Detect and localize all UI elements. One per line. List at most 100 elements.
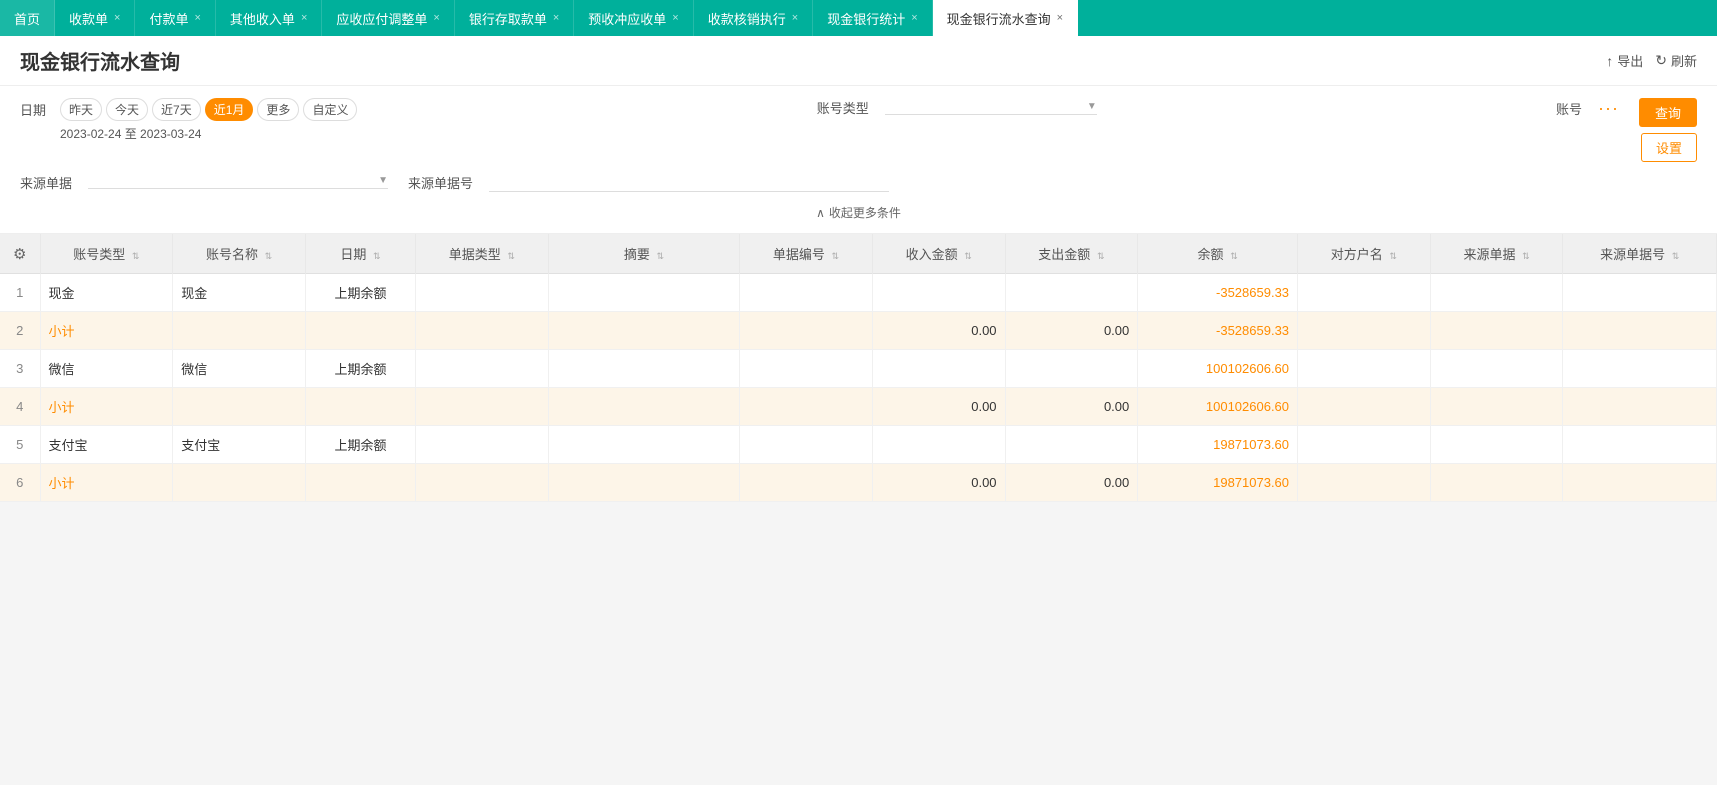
cell-date: 上期余额	[305, 350, 415, 388]
date-btn-custom[interactable]: 自定义	[303, 98, 357, 121]
export-label: 导出	[1617, 51, 1643, 70]
cell-doc-no	[740, 312, 873, 350]
col-date[interactable]: 日期 ⇅	[305, 234, 415, 274]
cell-counterpart	[1298, 312, 1431, 350]
col-expense[interactable]: 支出金额 ⇅	[1005, 234, 1138, 274]
cell-counterpart	[1298, 464, 1431, 502]
cell-counterpart	[1298, 388, 1431, 426]
nav-item-bank-deposit[interactable]: 银行存取款单 ×	[455, 0, 574, 36]
nav-item-flow[interactable]: 现金银行流水查询 ×	[933, 0, 1078, 36]
cell-income	[872, 350, 1005, 388]
close-icon[interactable]: ×	[433, 12, 439, 24]
date-btn-7days[interactable]: 近7天	[152, 98, 201, 121]
table-row: 6小计0.000.0019871073.60	[0, 464, 1717, 502]
nav-item-verify[interactable]: 收款核销执行 ×	[694, 0, 813, 36]
col-summary[interactable]: 摘要 ⇅	[548, 234, 739, 274]
header-actions: ↑ 导出 ↻ 刷新	[1606, 51, 1697, 70]
nav-item-receipt[interactable]: 收款单 ×	[55, 0, 135, 36]
cell-account-name: 微信	[173, 350, 306, 388]
nav-label-adjustment: 应收应付调整单	[336, 9, 427, 28]
cell-source-doc-no	[1563, 274, 1717, 312]
account-type-select[interactable]: ▼	[885, 101, 1097, 115]
date-btn-more[interactable]: 更多	[257, 98, 299, 121]
date-btn-today[interactable]: 今天	[106, 98, 148, 121]
cell-summary	[548, 464, 739, 502]
col-gear[interactable]: ⚙	[0, 234, 40, 274]
query-button[interactable]: 查询	[1639, 98, 1697, 127]
gear-icon[interactable]: ⚙	[13, 246, 26, 263]
account-no-dots-button[interactable]: ···	[1598, 98, 1619, 119]
cell-doc-no	[740, 274, 873, 312]
nav-label-verify: 收款核销执行	[708, 9, 786, 28]
date-btn-1month[interactable]: 近1月	[205, 98, 254, 121]
sort-arrows-doc-type: ⇅	[507, 251, 515, 261]
settings-button[interactable]: 设置	[1641, 133, 1697, 162]
col-source-doc-no-label: 来源单据号	[1600, 247, 1665, 262]
close-icon[interactable]: ×	[1057, 12, 1063, 24]
cell-expense	[1005, 274, 1138, 312]
col-account-name[interactable]: 账号名称 ⇅	[173, 234, 306, 274]
nav-item-prepay[interactable]: 预收冲应收单 ×	[574, 0, 693, 36]
source-doc-dropdown-arrow: ▼	[378, 175, 388, 186]
cell-account-type: 小计	[40, 388, 173, 426]
table-row: 5支付宝支付宝上期余额19871073.60	[0, 426, 1717, 464]
nav-label-stats: 现金银行统计	[827, 9, 905, 28]
source-doc-no-input[interactable]	[489, 172, 889, 192]
cell-balance: 19871073.60	[1138, 464, 1298, 502]
sort-arrows-account-type: ⇅	[132, 251, 140, 261]
col-balance[interactable]: 余额 ⇅	[1138, 234, 1298, 274]
table-row: 1现金现金上期余额-3528659.33	[0, 274, 1717, 312]
sort-arrows-balance: ⇅	[1230, 251, 1238, 261]
date-btn-yesterday[interactable]: 昨天	[60, 98, 102, 121]
row-num: 1	[0, 274, 40, 312]
source-doc-select[interactable]: ▼	[88, 175, 388, 189]
cell-source-doc-no	[1563, 388, 1717, 426]
nav-item-payment[interactable]: 付款单 ×	[135, 0, 215, 36]
col-doc-no[interactable]: 单据编号 ⇅	[740, 234, 873, 274]
col-expense-label: 支出金额	[1038, 247, 1090, 262]
cell-balance: 100102606.60	[1138, 388, 1298, 426]
nav-label-home: 首页	[14, 9, 40, 28]
nav-label-payment: 付款单	[149, 9, 188, 28]
col-source-doc[interactable]: 来源单据 ⇅	[1430, 234, 1563, 274]
close-icon[interactable]: ×	[911, 12, 917, 24]
collapse-icon: ∧	[816, 206, 825, 220]
sort-arrows-expense: ⇅	[1097, 251, 1105, 261]
refresh-button[interactable]: ↻ 刷新	[1655, 51, 1697, 70]
cell-doc-type	[416, 350, 549, 388]
col-account-type[interactable]: 账号类型 ⇅	[40, 234, 173, 274]
cell-account-name	[173, 464, 306, 502]
nav-item-stats[interactable]: 现金银行统计 ×	[813, 0, 932, 36]
account-type-label: 账号类型	[817, 98, 869, 117]
close-icon[interactable]: ×	[553, 12, 559, 24]
col-doc-no-label: 单据编号	[773, 247, 825, 262]
cell-income	[872, 274, 1005, 312]
date-range: 2023-02-24 至 2023-03-24	[60, 127, 201, 141]
close-icon[interactable]: ×	[301, 12, 307, 24]
collapse-bar[interactable]: ∧ 收起更多条件	[20, 198, 1697, 225]
cell-date: 上期余额	[305, 426, 415, 464]
cell-account-name	[173, 388, 306, 426]
col-source-doc-no[interactable]: 来源单据号 ⇅	[1563, 234, 1717, 274]
account-no-label: 账号	[1556, 99, 1582, 118]
close-icon[interactable]: ×	[672, 12, 678, 24]
close-icon[interactable]: ×	[194, 12, 200, 24]
source-doc-no-label: 来源单据号	[408, 173, 473, 192]
cell-income: 0.00	[872, 388, 1005, 426]
cell-account-type: 微信	[40, 350, 173, 388]
cell-date	[305, 312, 415, 350]
sort-arrows-summary: ⇅	[656, 251, 664, 261]
nav-item-other-income[interactable]: 其他收入单 ×	[216, 0, 322, 36]
col-income[interactable]: 收入金额 ⇅	[872, 234, 1005, 274]
col-doc-type[interactable]: 单据类型 ⇅	[416, 234, 549, 274]
cell-expense: 0.00	[1005, 312, 1138, 350]
export-button[interactable]: ↑ 导出	[1606, 51, 1643, 70]
close-icon[interactable]: ×	[792, 12, 798, 24]
nav-item-adjustment[interactable]: 应收应付调整单 ×	[322, 0, 454, 36]
nav-label-receipt: 收款单	[69, 9, 108, 28]
col-counterpart[interactable]: 对方户名 ⇅	[1298, 234, 1431, 274]
col-source-doc-label: 来源单据	[1463, 247, 1515, 262]
row-num: 5	[0, 426, 40, 464]
close-icon[interactable]: ×	[114, 12, 120, 24]
nav-item-home[interactable]: 首页	[0, 0, 55, 36]
